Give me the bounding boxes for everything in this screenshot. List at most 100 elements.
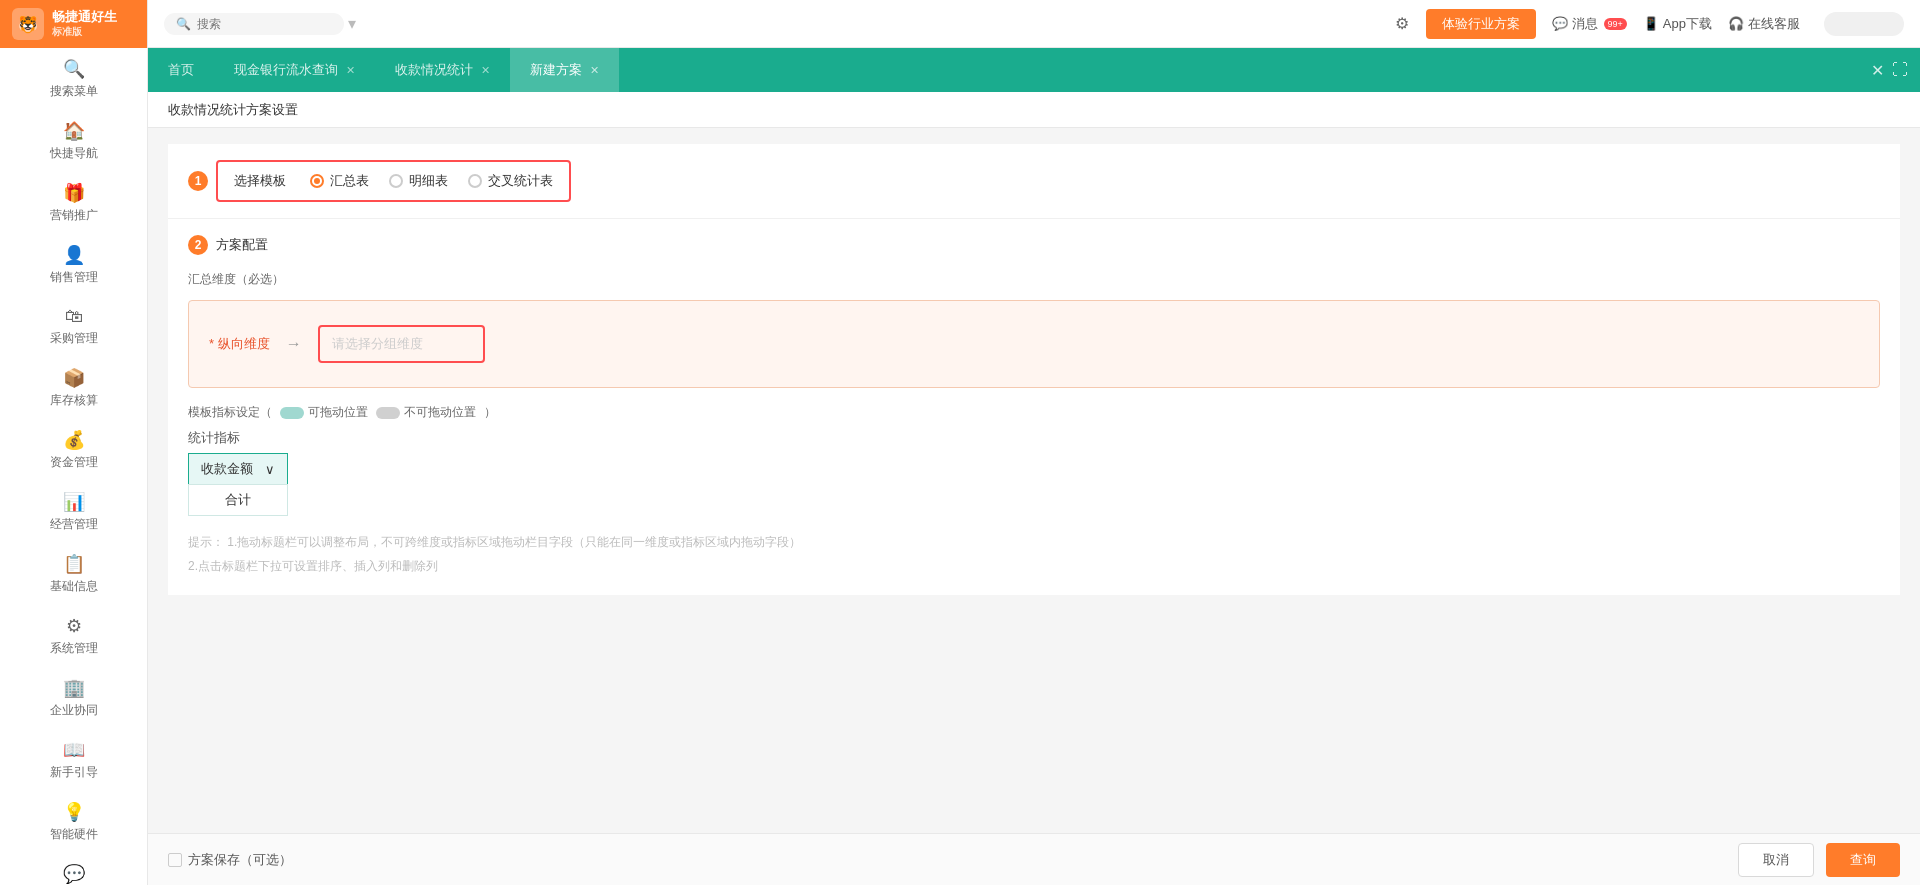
tab-new-plan[interactable]: 新建方案 ✕ <box>510 48 619 92</box>
tab-close-all[interactable]: ✕ <box>1871 61 1884 80</box>
sidebar-item-finance[interactable]: 💰 资金管理 <box>0 419 147 481</box>
tab-bar-end: ✕ ⛶ <box>1871 61 1920 80</box>
legend-draggable: 可拖动位置 <box>280 404 368 421</box>
step2-header: 2 方案配置 <box>188 235 1880 255</box>
radio-cross[interactable]: 交叉统计表 <box>468 172 553 190</box>
tab-collection-stat-label: 收款情况统计 <box>395 61 473 79</box>
dropdown-icon[interactable]: ▾ <box>348 14 356 33</box>
dimension-select[interactable]: 请选择分组维度 <box>318 325 485 363</box>
metric-item-label: 收款金额 <box>201 460 253 478</box>
enterprise-icon: 🏢 <box>63 677 85 699</box>
top-bar-actions: 💬 消息 99+ 📱 App下载 🎧 在线客服 <box>1552 12 1904 36</box>
template-radio-group: 汇总表 明细表 交叉统计表 <box>310 172 553 190</box>
tab-bar: 首页 现金银行流水查询 ✕ 收款情况统计 ✕ 新建方案 ✕ ✕ ⛶ <box>148 48 1920 92</box>
tab-new-plan-close[interactable]: ✕ <box>590 64 599 77</box>
tip1: 提示： 1.拖动标题栏可以调整布局，不可跨维度或指标区域拖动栏目字段（只能在同一… <box>188 532 1880 554</box>
app-logo: 🐯 畅捷通好生 标准版 <box>0 0 147 48</box>
sidebar-item-label: 资金管理 <box>50 454 98 471</box>
tab-bank-flow[interactable]: 现金银行流水查询 ✕ <box>214 48 375 92</box>
sidebar-item-label: 销售管理 <box>50 269 98 286</box>
page-title-bar: 收款情况统计方案设置 <box>148 92 1920 128</box>
tip2: 2.点击标题栏下拉可设置排序、插入列和删除列 <box>188 556 1880 578</box>
system-icon: ⚙ <box>66 615 82 637</box>
radio-summary[interactable]: 汇总表 <box>310 172 369 190</box>
metric-header[interactable]: 收款金额 ∨ <box>188 453 288 484</box>
sidebar-item-system[interactable]: ⚙ 系统管理 <box>0 605 147 667</box>
sidebar-item-sales[interactable]: 👤 销售管理 <box>0 234 147 296</box>
marketing-icon: 🎁 <box>63 182 85 204</box>
query-button[interactable]: 查询 <box>1826 843 1900 877</box>
indicator-title: 统计指标 <box>188 429 1880 447</box>
sidebar-item-marketing[interactable]: 🎁 营销推广 <box>0 172 147 234</box>
save-checkbox[interactable] <box>168 853 182 867</box>
step1-title: 选择模板 <box>234 172 286 190</box>
top-bar: 🔍 ▾ ⚙ 体验行业方案 💬 消息 99+ 📱 App下载 🎧 在线客服 <box>148 0 1920 48</box>
search-input[interactable] <box>197 17 337 31</box>
bottom-bar: 方案保存（可选） 取消 查询 <box>148 833 1920 885</box>
notification-action[interactable]: 💬 消息 99+ <box>1552 15 1627 33</box>
cancel-button[interactable]: 取消 <box>1738 843 1814 877</box>
sidebar-item-enterprise[interactable]: 🏢 企业协同 <box>0 667 147 729</box>
page-content-area: 收款情况统计方案设置 1 选择模板 汇总表 <box>148 92 1920 885</box>
sidebar-item-newbie[interactable]: 📖 新手引导 <box>0 729 147 791</box>
tab-home[interactable]: 首页 <box>148 48 214 92</box>
wechat-icon: 💬 <box>63 863 85 885</box>
tab-collection-stat[interactable]: 收款情况统计 ✕ <box>375 48 510 92</box>
sidebar-item-inventory[interactable]: 📦 库存核算 <box>0 357 147 419</box>
sidebar-item-label: 库存核算 <box>50 392 98 409</box>
sidebar-item-quick-nav[interactable]: 🏠 快捷导航 <box>0 110 147 172</box>
tab-bank-flow-close[interactable]: ✕ <box>346 64 355 77</box>
indicator-header: 模板指标设定（ 可拖动位置 不可拖动位置 ） <box>188 404 1880 421</box>
sidebar-item-label: 采购管理 <box>50 330 98 347</box>
sidebar-item-search-menu[interactable]: 🔍 搜索菜单 <box>0 48 147 110</box>
radio-detail[interactable]: 明细表 <box>389 172 448 190</box>
sidebar-item-label: 搜索菜单 <box>50 83 98 100</box>
step1-section: 1 选择模板 汇总表 明细表 <box>168 144 1900 218</box>
sidebar-item-wechat[interactable]: 💬 企业微信 <box>0 853 147 885</box>
search-box[interactable]: 🔍 <box>164 13 344 35</box>
page-scroll-area: 1 选择模板 汇总表 明细表 <box>148 128 1920 833</box>
step1-number: 1 <box>188 171 208 191</box>
sidebar-item-label: 基础信息 <box>50 578 98 595</box>
operation-icon: 📊 <box>63 491 85 513</box>
metric-body: 合计 <box>188 484 288 516</box>
tab-maximize[interactable]: ⛶ <box>1892 61 1908 79</box>
non-draggable-label: 不可拖动位置 <box>404 404 476 421</box>
sidebar-nav: 🔍 搜索菜单 🏠 快捷导航 🎁 营销推广 👤 销售管理 🛍 采购管理 📦 库存核… <box>0 48 147 885</box>
bottom-bar-actions: 取消 查询 <box>1738 843 1900 877</box>
sidebar-item-label: 系统管理 <box>50 640 98 657</box>
vertical-dimension-label: * 纵向维度 <box>209 335 270 353</box>
tab-home-label: 首页 <box>168 61 194 79</box>
sidebar-item-operation[interactable]: 📊 经营管理 <box>0 481 147 543</box>
basic-info-icon: 📋 <box>63 553 85 575</box>
indicator-header-end: ） <box>484 404 496 421</box>
main-area: 🔍 ▾ ⚙ 体验行业方案 💬 消息 99+ 📱 App下载 🎧 在线客服 <box>148 0 1920 885</box>
purchase-icon: 🛍 <box>65 306 83 327</box>
download-action[interactable]: 📱 App下载 <box>1643 15 1712 33</box>
service-action[interactable]: 🎧 在线客服 <box>1728 15 1800 33</box>
tab-new-plan-label: 新建方案 <box>530 61 582 79</box>
radio-cross-label: 交叉统计表 <box>488 172 553 190</box>
logo-text: 畅捷通好生 <box>52 9 117 25</box>
sidebar-item-basic-info[interactable]: 📋 基础信息 <box>0 543 147 605</box>
dimension-row: * 纵向维度 → 请选择分组维度 <box>209 325 1859 363</box>
sidebar: 🐯 畅捷通好生 标准版 🔍 搜索菜单 🏠 快捷导航 🎁 营销推广 👤 销售管理 … <box>0 0 148 885</box>
metric-dropdown-icon[interactable]: ∨ <box>265 462 275 477</box>
step1-header: 1 选择模板 汇总表 明细表 <box>188 160 1880 202</box>
download-icon: 📱 <box>1643 16 1659 31</box>
tab-collection-stat-close[interactable]: ✕ <box>481 64 490 77</box>
sidebar-item-smart-hardware[interactable]: 💡 智能硬件 <box>0 791 147 853</box>
legend-non-draggable: 不可拖动位置 <box>376 404 476 421</box>
service-label: 在线客服 <box>1748 15 1800 33</box>
inventory-icon: 📦 <box>63 367 85 389</box>
trial-button[interactable]: 体验行业方案 <box>1426 9 1536 39</box>
download-label: App下载 <box>1663 15 1712 33</box>
sidebar-item-purchase[interactable]: 🛍 采购管理 <box>0 296 147 357</box>
newbie-icon: 📖 <box>63 739 85 761</box>
template-selector: 选择模板 汇总表 明细表 <box>216 160 571 202</box>
settings-icon[interactable]: ⚙ <box>1386 8 1418 40</box>
dimension-arrow-icon: → <box>286 335 302 353</box>
dimension-area: * 纵向维度 → 请选择分组维度 <box>188 300 1880 388</box>
user-avatar[interactable] <box>1824 12 1904 36</box>
page-title: 收款情况统计方案设置 <box>168 101 298 119</box>
